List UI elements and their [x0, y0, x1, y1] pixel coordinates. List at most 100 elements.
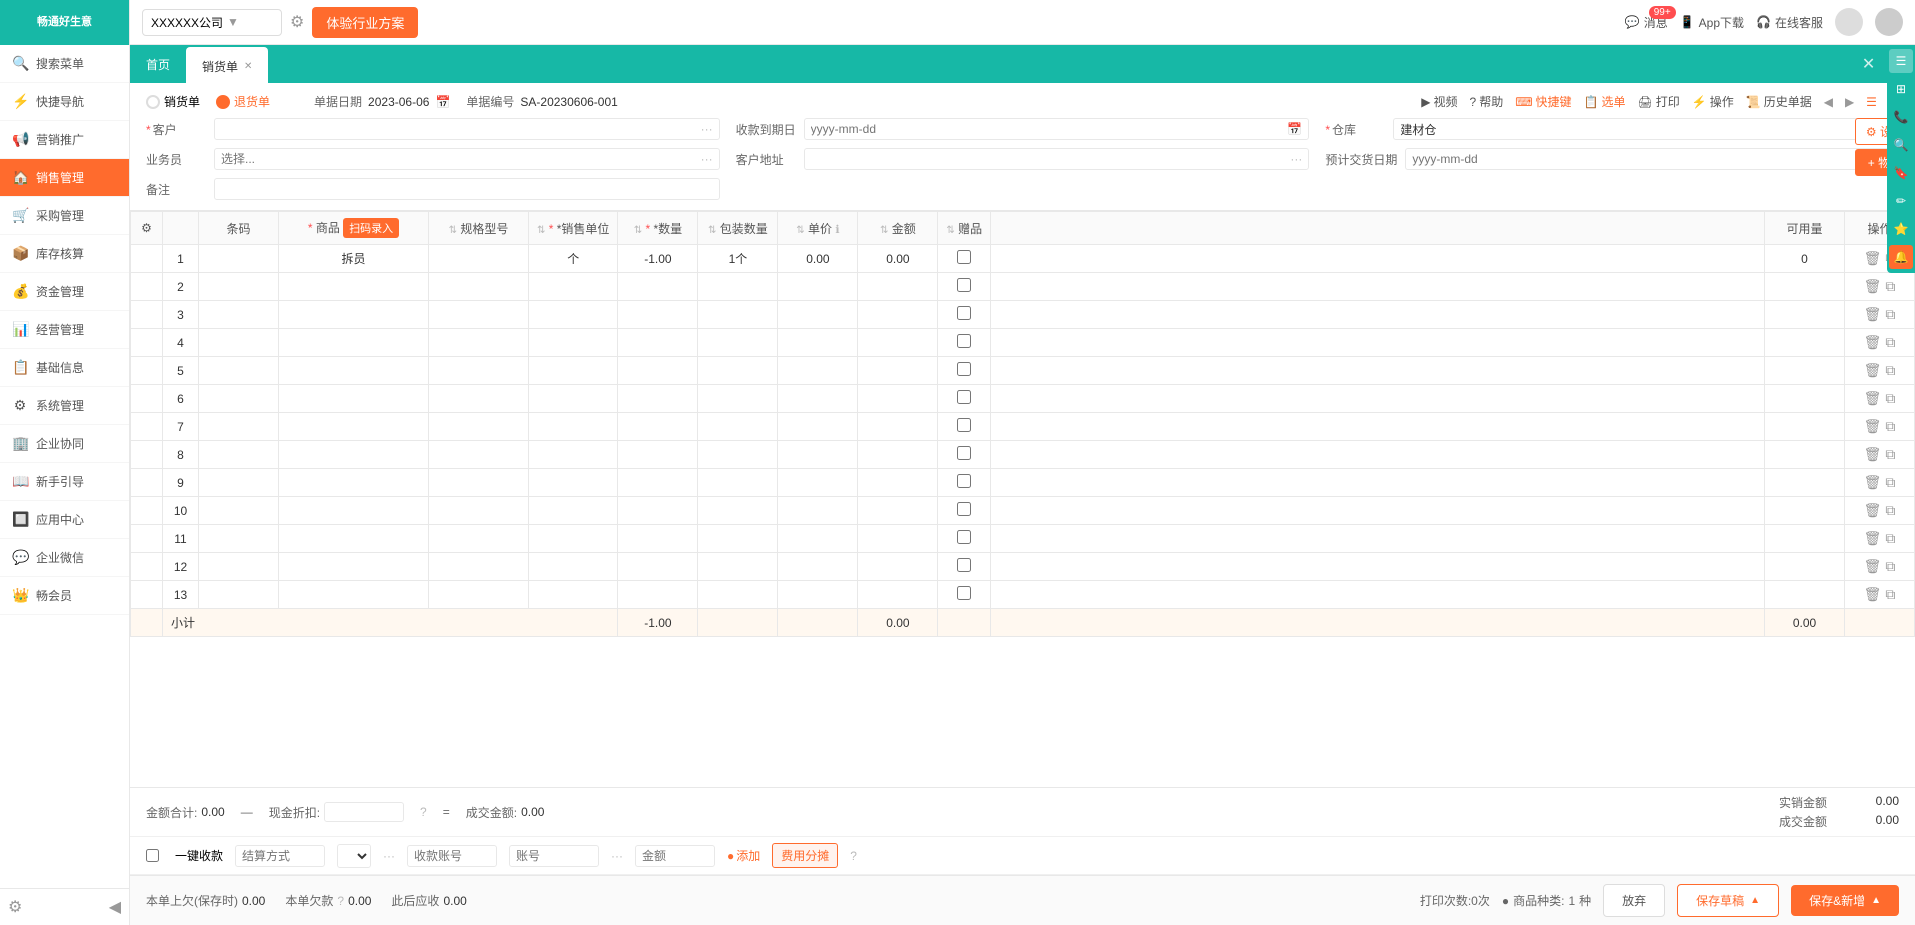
delete-row-icon[interactable]: 🗑	[1864, 558, 1882, 575]
sort-qty-icon[interactable]: ⇅	[634, 225, 642, 236]
doc-date-value[interactable]: 2023-06-06	[368, 95, 429, 109]
row-barcode[interactable]	[199, 245, 279, 273]
goods-type[interactable]: ● 商品种类: 1 种	[1502, 892, 1591, 909]
account-no-input[interactable]	[509, 845, 599, 867]
right-panel-btn-search[interactable]: 🔍	[1889, 133, 1913, 157]
row-product[interactable]	[279, 357, 429, 385]
addr-dots-icon[interactable]: ···	[1290, 152, 1302, 166]
warehouse-input-group[interactable]: ···	[1393, 118, 1899, 140]
gift-checkbox[interactable]	[957, 250, 971, 264]
salesperson-dots-icon[interactable]: ···	[701, 152, 713, 166]
row-price[interactable]: 0.00	[778, 245, 858, 273]
sidebar-item-system[interactable]: ⚙ 系统管理	[0, 387, 129, 425]
delete-row-icon[interactable]: 🗑	[1864, 362, 1882, 379]
discount-input[interactable]	[324, 802, 404, 822]
gift-checkbox[interactable]	[957, 586, 971, 600]
delete-row-icon[interactable]: 🗑	[1864, 334, 1882, 351]
gift-checkbox[interactable]	[957, 362, 971, 376]
right-panel-btn-list[interactable]: ☰	[1889, 49, 1913, 73]
copy-row-icon[interactable]: ⧉	[1885, 418, 1895, 435]
toolbar-print[interactable]: 🖨 打印	[1638, 93, 1680, 110]
copy-row-icon[interactable]: ⧉	[1885, 278, 1895, 295]
delete-row-icon[interactable]: 🗑	[1864, 446, 1882, 463]
toolbar-help[interactable]: ? 帮助	[1470, 93, 1504, 110]
row-product[interactable]	[279, 553, 429, 581]
right-panel-btn-edit[interactable]: ✏	[1889, 189, 1913, 213]
right-panel-btn-grid[interactable]: ⊞	[1889, 77, 1913, 101]
toolbar-history[interactable]: 📜 历史单据	[1746, 93, 1812, 110]
app-download-item[interactable]: 📱 App下载	[1680, 14, 1744, 31]
row-product[interactable]	[279, 273, 429, 301]
salesperson-input[interactable]	[221, 152, 697, 166]
sidebar-item-inventory[interactable]: 📦 库存核算	[0, 235, 129, 273]
calendar-icon[interactable]: 📅	[435, 95, 450, 109]
save-new-button[interactable]: 保存&新增 ▲	[1791, 885, 1899, 916]
gift-checkbox[interactable]	[957, 418, 971, 432]
sort-spec-icon[interactable]: ⇅	[449, 225, 457, 236]
delete-row-icon[interactable]: 🗑	[1864, 502, 1882, 519]
gift-checkbox[interactable]	[957, 306, 971, 320]
payment-amount-input[interactable]	[635, 845, 715, 867]
row-pkg[interactable]: 1个	[698, 245, 778, 273]
sidebar-item-wechat[interactable]: 💬 企业微信	[0, 539, 129, 577]
radio-return-order[interactable]: 退货单	[216, 93, 270, 110]
expected-date-input-group[interactable]: 📅	[1405, 148, 1899, 170]
account-input[interactable]	[407, 845, 497, 867]
sidebar-item-enterprise[interactable]: 🏢 企业协同	[0, 425, 129, 463]
price-info-icon[interactable]: ℹ	[835, 224, 839, 236]
message-item[interactable]: 💬 消息 99+	[1625, 14, 1668, 31]
gift-checkbox[interactable]	[957, 278, 971, 292]
copy-row-icon[interactable]: ⧉	[1885, 502, 1895, 519]
expected-date-input[interactable]	[1412, 152, 1873, 166]
tab-home[interactable]: 首页	[130, 45, 186, 83]
list-view-icon[interactable]: ☰	[1866, 95, 1877, 109]
right-panel-btn-phone[interactable]: 📞	[1889, 105, 1913, 129]
row-barcode[interactable]	[199, 385, 279, 413]
right-panel-btn-alert[interactable]: 🔔	[1889, 245, 1913, 269]
row-barcode[interactable]	[199, 329, 279, 357]
discount-help-icon[interactable]: ?	[420, 805, 427, 819]
gift-checkbox[interactable]	[957, 558, 971, 572]
row-spec[interactable]	[429, 245, 529, 273]
delete-row-icon[interactable]: 🗑	[1864, 418, 1882, 435]
th-gear[interactable]: ⚙	[131, 212, 163, 245]
sidebar-item-member[interactable]: 👑 畅会员	[0, 577, 129, 615]
row-desc[interactable]	[991, 245, 1765, 273]
gift-checkbox[interactable]	[957, 474, 971, 488]
row-barcode[interactable]	[199, 301, 279, 329]
customer-addr-input-group[interactable]: ···	[804, 148, 1310, 170]
gift-checkbox[interactable]	[957, 334, 971, 348]
warehouse-input[interactable]	[1400, 122, 1876, 136]
sidebar-item-search[interactable]: 🔍 搜索菜单	[0, 45, 129, 83]
customer-addr-input[interactable]	[811, 152, 1287, 166]
salesperson-input-group[interactable]: ···	[214, 148, 720, 170]
delete-row-icon[interactable]: 🗑	[1864, 390, 1882, 407]
sort-amount-icon[interactable]: ⇅	[880, 225, 888, 236]
right-panel-btn-bookmark[interactable]: 🔖	[1889, 161, 1913, 185]
due-date-input-group[interactable]: 📅	[804, 118, 1310, 140]
copy-row-icon[interactable]: ⧉	[1885, 334, 1895, 351]
sidebar-item-operations[interactable]: 📊 经营管理	[0, 311, 129, 349]
row-product[interactable]	[279, 413, 429, 441]
copy-row-icon[interactable]: ⧉	[1885, 558, 1895, 575]
gift-checkbox[interactable]	[957, 446, 971, 460]
row-gift[interactable]	[938, 245, 991, 273]
tab-sales-order[interactable]: 销货单 ✕	[186, 47, 268, 85]
sidebar-item-quicknav[interactable]: ⚡ 快捷导航	[0, 83, 129, 121]
radio-sales-order[interactable]: 销货单	[146, 93, 200, 110]
sidebar-item-sales[interactable]: 🏠 销售管理	[0, 159, 129, 197]
sort-unit-icon[interactable]: ⇅	[537, 225, 545, 236]
row-product[interactable]	[279, 301, 429, 329]
tab-close-icon[interactable]: ✕	[244, 61, 252, 72]
gift-checkbox[interactable]	[957, 390, 971, 404]
settlement-select[interactable]	[337, 844, 371, 868]
row-product[interactable]	[279, 497, 429, 525]
row-barcode[interactable]	[199, 413, 279, 441]
sidebar-item-purchase[interactable]: 🛒 采购管理	[0, 197, 129, 235]
gear-column-icon[interactable]: ⚙	[141, 221, 152, 235]
scan-button[interactable]: 扫码录入	[343, 218, 399, 238]
owes-help-icon[interactable]: ?	[337, 894, 344, 908]
delete-row-icon[interactable]: 🗑	[1864, 530, 1882, 547]
customer-input-group[interactable]: ···	[214, 118, 720, 140]
sidebar-item-appstore[interactable]: 🔲 应用中心	[0, 501, 129, 539]
